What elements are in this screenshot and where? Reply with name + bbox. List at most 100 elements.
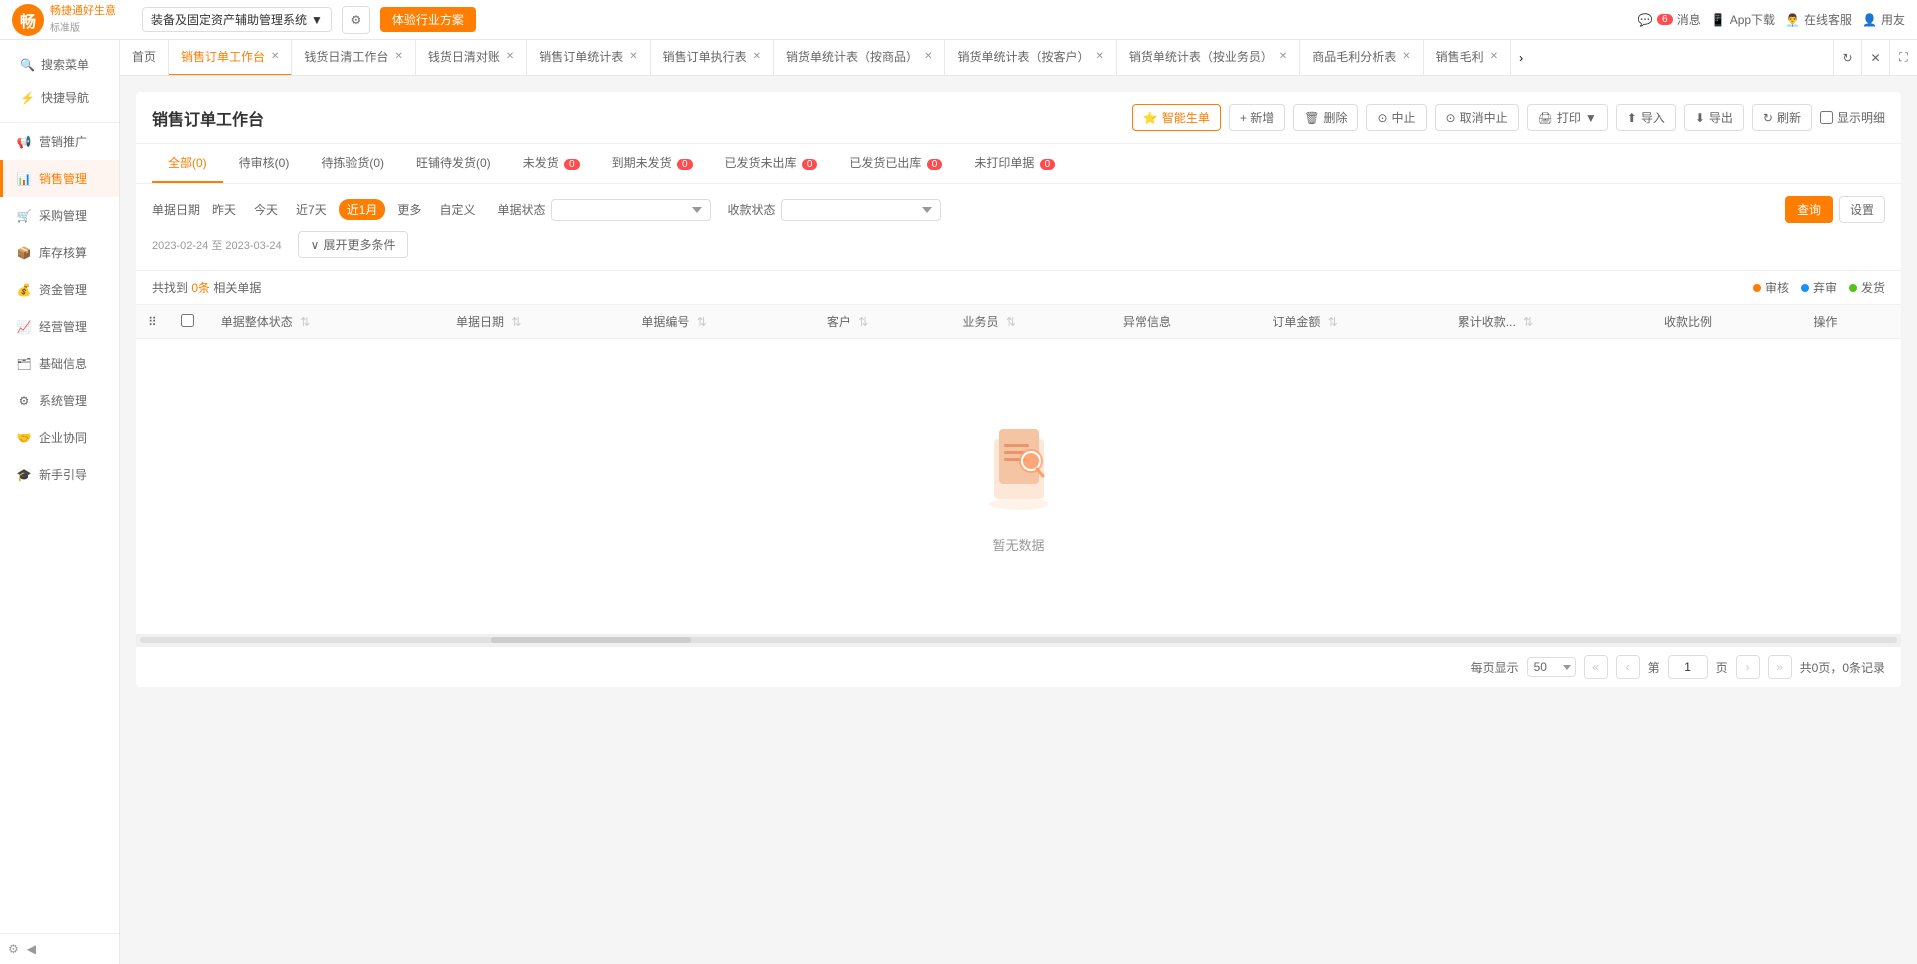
sidebar-item-enterprise[interactable]: 🤝 企业协同: [0, 419, 119, 456]
tab-sales-exec[interactable]: 销售订单执行表 ✕: [651, 40, 774, 76]
add-btn[interactable]: + 新增: [1229, 104, 1285, 131]
date-opt-more[interactable]: 更多: [391, 199, 427, 220]
sub-tab-pending-audit[interactable]: 待审核(0): [223, 144, 306, 183]
sidebar-quicknav-item[interactable]: ⚡ 快捷导航: [8, 81, 111, 114]
unaudit-action[interactable]: 弃审: [1801, 279, 1837, 296]
tab-fullscreen-btn[interactable]: ⛶: [1889, 40, 1917, 76]
ship-action[interactable]: 发货: [1849, 279, 1885, 296]
sidebar-item-finance[interactable]: 💰 资金管理: [0, 271, 119, 308]
filter-status-select[interactable]: [551, 199, 711, 221]
sub-tab-unshipped[interactable]: 未发货 0: [507, 144, 596, 183]
last-page-btn[interactable]: »: [1768, 655, 1792, 679]
sidebar-item-label-purchase: 采购管理: [39, 207, 87, 224]
tab-close-icon-5[interactable]: ✕: [753, 51, 761, 62]
filter-payment-group: 收款状态: [727, 199, 941, 221]
tab-close-icon-9[interactable]: ✕: [1402, 51, 1410, 62]
tab-gross-margin[interactable]: 商品毛利分析表 ✕: [1300, 40, 1423, 76]
date-opt-1month[interactable]: 近1月: [339, 199, 386, 220]
tab-close-icon[interactable]: ✕: [271, 51, 279, 62]
export-btn[interactable]: ⬇ 导出: [1684, 104, 1744, 131]
sub-tab-overdue[interactable]: 到期未发货 0: [596, 144, 709, 183]
sidebar-item-purchase[interactable]: 🛒 采购管理: [0, 197, 119, 234]
expand-filter-btn[interactable]: ∨ 展开更多条件: [298, 231, 409, 258]
tab-close-icon-2[interactable]: ✕: [394, 51, 402, 62]
system-title-dropdown[interactable]: 装备及固定资产辅助管理系统 ▼: [142, 7, 332, 32]
print-btn[interactable]: 🖨 打印 ▼: [1527, 104, 1608, 131]
date-opt-custom[interactable]: 自定义: [433, 199, 481, 220]
tab-close-all-btn[interactable]: ✕: [1861, 40, 1889, 76]
first-page-btn[interactable]: «: [1584, 655, 1608, 679]
page-input[interactable]: [1668, 655, 1708, 679]
sidebar-item-basic[interactable]: 🗂 基础信息: [0, 345, 119, 382]
tab-close-icon-7[interactable]: ✕: [1095, 51, 1103, 62]
print-icon: 🖨: [1538, 111, 1553, 125]
th-customer[interactable]: 客户 ⇅: [815, 305, 951, 339]
tab-close-icon-6[interactable]: ✕: [924, 51, 932, 62]
next-page-btn[interactable]: ›: [1736, 655, 1760, 679]
sub-tab-pending-inspect[interactable]: 待拣验货(0): [305, 144, 400, 183]
refresh-btn[interactable]: ↻ 刷新: [1752, 104, 1812, 131]
tab-close-icon-8[interactable]: ✕: [1279, 51, 1287, 62]
tab-sales-gross[interactable]: 销售毛利 ✕: [1424, 40, 1511, 76]
sidebar-item-system[interactable]: ⚙ 系统管理: [0, 382, 119, 419]
date-opt-today[interactable]: 今天: [248, 199, 284, 220]
th-staff[interactable]: 业务员 ⇅: [950, 305, 1111, 339]
sidebar-collapse-btn[interactable]: ◀: [27, 942, 36, 956]
sub-tab-shipped-out[interactable]: 已发货已出库 0: [833, 144, 958, 183]
show-detail-checkbox[interactable]: [1820, 111, 1833, 124]
filter-payment-select[interactable]: [781, 199, 941, 221]
sub-tab-wangpu[interactable]: 旺铺待发货(0): [400, 144, 507, 183]
tab-daily-clear[interactable]: 钱货日清工作台 ✕: [292, 40, 415, 76]
show-detail-checkbox-group[interactable]: 显示明细: [1820, 109, 1885, 126]
sub-tab-unprinted[interactable]: 未打印单据 0: [958, 144, 1071, 183]
sidebar-search-item[interactable]: 🔍 搜索菜单: [8, 48, 111, 81]
th-number[interactable]: 单据编号 ⇅: [629, 305, 814, 339]
date-opt-yesterday[interactable]: 昨天: [206, 199, 242, 220]
app-download-btn[interactable]: 📱 App下载: [1711, 11, 1775, 28]
prev-page-btn[interactable]: ‹: [1616, 655, 1640, 679]
th-amount[interactable]: 订单金额 ⇅: [1260, 305, 1445, 339]
delete-btn[interactable]: 🗑 删除: [1293, 104, 1358, 131]
per-page-select[interactable]: 10 20 50 100: [1527, 657, 1576, 677]
tab-sales-customer-stats[interactable]: 销货单统计表（按客户） ✕: [945, 40, 1116, 76]
sidebar-item-inventory[interactable]: 📦 库存核算: [0, 234, 119, 271]
sub-tab-shipped-not-out[interactable]: 已发货未出库 0: [709, 144, 834, 183]
sidebar-item-marketing[interactable]: 📢 营销推广: [0, 123, 119, 160]
tab-close-icon-3[interactable]: ✕: [506, 51, 514, 62]
date-opt-7days[interactable]: 近7天: [290, 199, 333, 220]
scroll-thumb[interactable]: [491, 637, 691, 643]
tab-sales-goods-stats[interactable]: 销货单统计表（按商品） ✕: [774, 40, 945, 76]
sidebar-item-operations[interactable]: 📈 经营管理: [0, 308, 119, 345]
th-received[interactable]: 累计收款... ⇅: [1446, 305, 1652, 339]
th-status[interactable]: 单据整体状态 ⇅: [209, 305, 444, 339]
cancel-stop-btn[interactable]: ⊙ 取消中止: [1435, 104, 1519, 131]
tab-daily-reconcile[interactable]: 钱货日清对账 ✕: [416, 40, 527, 76]
tab-close-icon-4[interactable]: ✕: [629, 51, 637, 62]
tab-more-btn[interactable]: ›: [1511, 51, 1531, 65]
online-service-btn[interactable]: 👨‍💼 在线客服: [1785, 11, 1852, 28]
sidebar-settings-btn[interactable]: ⚙: [8, 942, 19, 956]
filter-settings-btn[interactable]: 设置: [1839, 196, 1885, 223]
select-all-checkbox[interactable]: [181, 314, 194, 327]
sidebar-item-sales[interactable]: 📊 销售管理: [0, 160, 119, 197]
sidebar-item-newuser[interactable]: 🎓 新手引导: [0, 456, 119, 493]
th-date[interactable]: 单据日期 ⇅: [444, 305, 629, 339]
message-icon-group[interactable]: 💬 6 消息: [1638, 11, 1701, 28]
sub-tab-all[interactable]: 全部(0): [152, 144, 223, 183]
summary-text: 共找到 0条 相关单据: [152, 279, 1753, 296]
smart-generate-btn[interactable]: ⭐ 智能生单: [1132, 104, 1221, 131]
tab-refresh-btn[interactable]: ↻: [1833, 40, 1861, 76]
gear-button[interactable]: ⚙: [342, 6, 370, 34]
horizontal-scrollbar[interactable]: [136, 634, 1901, 646]
industry-btn[interactable]: 体验行业方案: [380, 7, 476, 32]
stop-btn[interactable]: ⊙ 中止: [1366, 104, 1426, 131]
tab-sales-staff-stats[interactable]: 销货单统计表（按业务员） ✕: [1117, 40, 1300, 76]
tab-sales-stats[interactable]: 销售订单统计表 ✕: [527, 40, 650, 76]
import-btn[interactable]: ⬆ 导入: [1616, 104, 1676, 131]
user-menu[interactable]: 👤 用友: [1862, 11, 1905, 28]
tab-home[interactable]: 首页: [120, 40, 169, 76]
query-btn[interactable]: 查询: [1785, 196, 1833, 223]
tab-close-icon-10[interactable]: ✕: [1490, 51, 1498, 62]
tab-sales-order-workbench[interactable]: 销售订单工作台 ✕: [169, 40, 292, 76]
audit-action[interactable]: 审核: [1753, 279, 1789, 296]
